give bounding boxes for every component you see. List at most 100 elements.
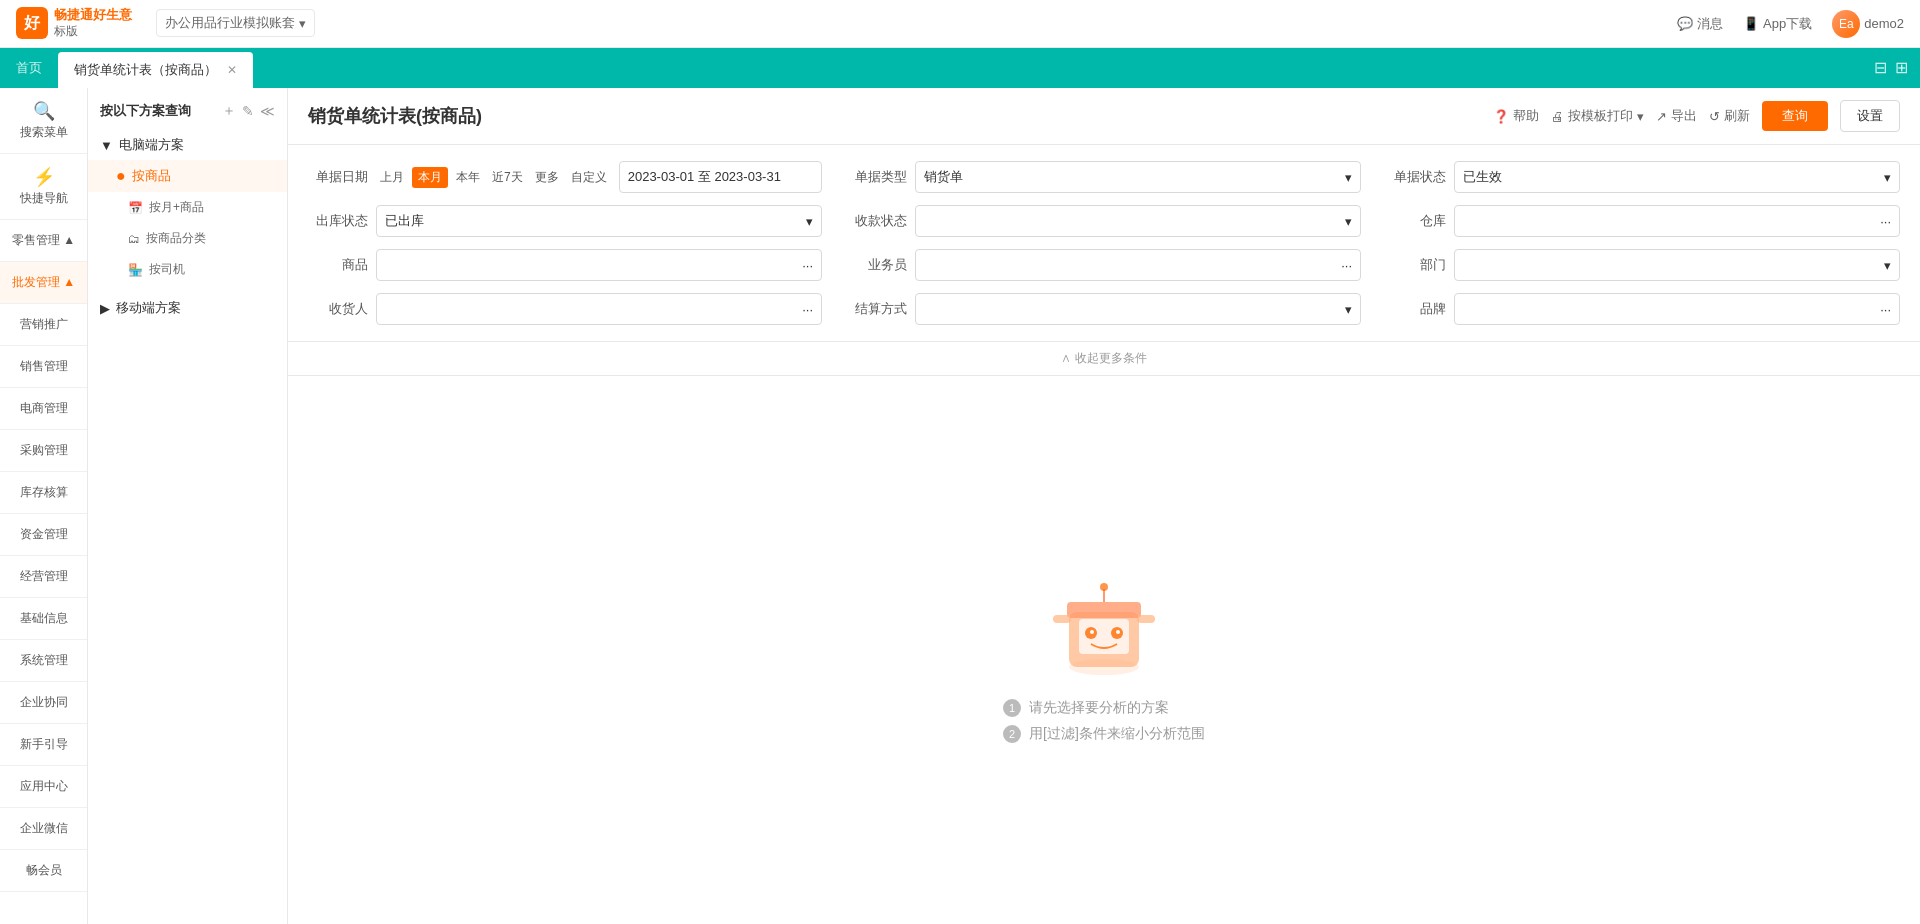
date-label: 单据日期 <box>308 168 368 186</box>
sidebar-item-basic[interactable]: 基础信息 <box>0 598 87 640</box>
tree-item-by-product[interactable]: ● 按商品 <box>88 160 287 192</box>
department-select[interactable]: ▾ <box>1454 249 1900 281</box>
left-panel: 按以下方案查询 ＋ ✎ ≪ ▼ 电脑端方案 ● 按商品 📅 按月+商品 🗂 <box>88 88 288 924</box>
sidebar-item-member[interactable]: 畅会员 <box>0 850 87 892</box>
salesman-select[interactable]: ··· <box>915 249 1361 281</box>
shortcut-more[interactable]: 更多 <box>531 167 563 188</box>
tree-section-mobile-label: 移动端方案 <box>116 299 181 317</box>
warehouse-select[interactable]: ··· <box>1454 205 1900 237</box>
brand-select[interactable]: ··· <box>1454 293 1900 325</box>
sidebar-item-system[interactable]: 系统管理 <box>0 640 87 682</box>
svg-point-6 <box>1090 630 1094 634</box>
chevron-down-icon: ▾ <box>1345 302 1352 317</box>
quick-nav-icon: ⚡ <box>8 166 79 188</box>
shortcut-custom[interactable]: 自定义 <box>567 167 611 188</box>
filter-doc-status: 单据状态 已生效 ▾ <box>1386 161 1900 193</box>
help-button[interactable]: ❓ 帮助 <box>1493 107 1539 125</box>
tab-close-icon[interactable]: ✕ <box>227 63 237 77</box>
main-layout: 🔍 搜索菜单 ⚡ 快捷导航 零售管理 ▲ 批发管理 ▲ 营销推广 销售管理 电商… <box>0 88 1920 924</box>
tab-expand-button[interactable]: ⊞ <box>1895 60 1908 76</box>
sidebar-item-wholesale[interactable]: 批发管理 ▲ <box>0 262 87 304</box>
tab-minimize-button[interactable]: ⊟ <box>1874 60 1887 76</box>
date-range-input[interactable]: 2023-03-01 至 2023-03-31 <box>619 161 822 193</box>
tab-bar: 首页 销货单统计表（按商品） ✕ ⊟ ⊞ <box>0 48 1920 88</box>
export-icon: ↗ <box>1656 109 1667 124</box>
tree-item-by-category[interactable]: 🗂 按商品分类 <box>88 223 287 254</box>
tree-item-by-product-label: 按商品 <box>132 167 171 185</box>
print-button[interactable]: 🖨 按模板打印 ▾ <box>1551 107 1644 125</box>
cashier-icon: 🏪 <box>128 263 143 277</box>
sidebar-item-finance[interactable]: 资金管理 <box>0 514 87 556</box>
sidebar-item-operation[interactable]: 经营管理 <box>0 556 87 598</box>
date-shortcuts: 上月 本月 本年 近7天 更多 自定义 <box>376 167 611 188</box>
shortcut-last-month[interactable]: 上月 <box>376 167 408 188</box>
filter-warehouse: 仓库 ··· <box>1386 205 1900 237</box>
print-chevron-icon: ▾ <box>1637 109 1644 124</box>
shortcut-this-year[interactable]: 本年 <box>452 167 484 188</box>
doc-type-label: 单据类型 <box>847 168 907 186</box>
shortcut-this-month[interactable]: 本月 <box>412 167 448 188</box>
sidebar-item-enterprise[interactable]: 企业协同 <box>0 682 87 724</box>
warehouse-label: 仓库 <box>1386 212 1446 230</box>
sidebar-item-appstore-label: 应用中心 <box>8 778 79 795</box>
sidebar-item-marketing[interactable]: 营销推广 <box>0 304 87 346</box>
page-title: 销货单统计表(按商品) <box>308 104 482 128</box>
tree-item-by-month-product[interactable]: 📅 按月+商品 <box>88 192 287 223</box>
svg-rect-2 <box>1067 602 1141 618</box>
settlement-select[interactable]: ▾ <box>915 293 1361 325</box>
doc-status-value: 已生效 <box>1463 168 1502 186</box>
sidebar-item-operation-label: 经营管理 <box>8 568 79 585</box>
tab-home[interactable]: 首页 <box>0 48 58 88</box>
sidebar-item-quick-nav-label: 快捷导航 <box>8 190 79 207</box>
collapse-panel-button[interactable]: ≪ <box>260 103 275 119</box>
hint-num-2: 2 <box>1003 725 1021 743</box>
export-button[interactable]: ↗ 导出 <box>1656 107 1697 125</box>
add-scheme-button[interactable]: ＋ <box>222 102 236 120</box>
hint-num-1: 1 <box>1003 699 1021 717</box>
tab-report[interactable]: 销货单统计表（按商品） ✕ <box>58 52 253 88</box>
sidebar-item-inventory[interactable]: 库存核算 <box>0 472 87 514</box>
tree-section-desktop-title[interactable]: ▼ 电脑端方案 <box>88 130 287 160</box>
tree-item-by-cashier[interactable]: 🏪 按司机 <box>88 254 287 285</box>
receipt-status-select[interactable]: ▾ <box>915 205 1361 237</box>
nav-app-text: App下载 <box>1763 15 1812 33</box>
sidebar-item-guide[interactable]: 新手引导 <box>0 724 87 766</box>
sidebar-item-purchase-label: 采购管理 <box>8 442 79 459</box>
settings-button[interactable]: 设置 <box>1840 100 1900 132</box>
nav-message[interactable]: 💬 消息 <box>1677 15 1723 33</box>
refresh-button[interactable]: ↺ 刷新 <box>1709 107 1750 125</box>
shortcut-7days[interactable]: 近7天 <box>488 167 527 188</box>
doc-type-select[interactable]: 销货单 ▾ <box>915 161 1361 193</box>
nav-user[interactable]: Ea demo2 <box>1832 10 1904 38</box>
sidebar: 🔍 搜索菜单 ⚡ 快捷导航 零售管理 ▲ 批发管理 ▲ 营销推广 销售管理 电商… <box>0 88 88 924</box>
recipient-select[interactable]: ··· <box>376 293 822 325</box>
nav-app-download[interactable]: 📱 App下载 <box>1743 15 1812 33</box>
sidebar-item-quick-nav[interactable]: ⚡ 快捷导航 <box>0 154 87 220</box>
doc-status-select[interactable]: 已生效 ▾ <box>1454 161 1900 193</box>
help-label: 帮助 <box>1513 107 1539 125</box>
nav-selector[interactable]: 办公用品行业模拟账套 ▾ <box>156 9 315 37</box>
sidebar-item-purchase[interactable]: 采购管理 <box>0 430 87 472</box>
sidebar-item-search[interactable]: 🔍 搜索菜单 <box>0 88 87 154</box>
goods-select[interactable]: ··· <box>376 249 822 281</box>
sidebar-item-ecommerce[interactable]: 电商管理 <box>0 388 87 430</box>
empty-hint-2: 2 用[过滤]条件来缩小分析范围 <box>1003 725 1205 743</box>
edit-scheme-button[interactable]: ✎ <box>242 103 254 119</box>
filter-row-3: 商品 ··· 业务员 ··· 部门 <box>308 249 1900 281</box>
query-button[interactable]: 查询 <box>1762 101 1828 131</box>
collapse-bar[interactable]: ∧ 收起更多条件 <box>288 342 1920 376</box>
sidebar-item-sales[interactable]: 销售管理 <box>0 346 87 388</box>
sidebar-item-wechat[interactable]: 企业微信 <box>0 808 87 850</box>
tree-section-mobile-title[interactable]: ▶ 移动端方案 <box>88 293 287 323</box>
warehouse-status-select[interactable]: 已出库 ▾ <box>376 205 822 237</box>
ellipsis-icon: ··· <box>1341 258 1352 273</box>
sidebar-item-wechat-label: 企业微信 <box>8 820 79 837</box>
sidebar-item-retail[interactable]: 零售管理 ▲ <box>0 220 87 262</box>
brand-label: 品牌 <box>1386 300 1446 318</box>
sidebar-item-appstore[interactable]: 应用中心 <box>0 766 87 808</box>
logo-icon: 好 <box>16 7 48 39</box>
chevron-down-icon: ▾ <box>1345 170 1352 185</box>
filter-brand: 品牌 ··· <box>1386 293 1900 325</box>
svg-point-7 <box>1116 630 1120 634</box>
filter-row-2: 出库状态 已出库 ▾ 收款状态 ▾ 仓库 <box>308 205 1900 237</box>
